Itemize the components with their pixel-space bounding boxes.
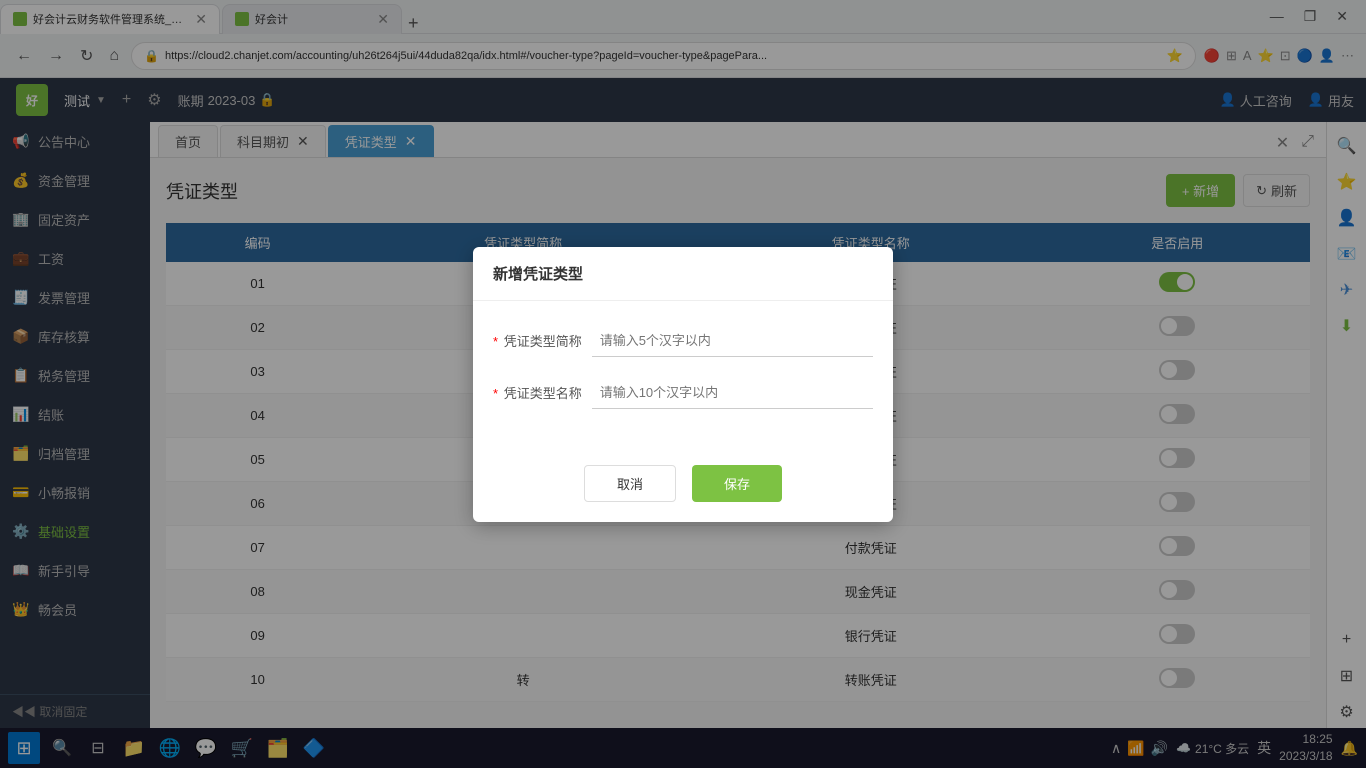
new-voucher-type-modal: 新增凭证类型 * 凭证类型简称 * 凭证类型名称 取消 保存: [473, 247, 893, 522]
modal-header: 新增凭证类型: [473, 247, 893, 301]
modal-title: 新增凭证类型: [493, 266, 583, 283]
abbr-label: * 凭证类型简称: [493, 331, 592, 350]
save-button[interactable]: 保存: [692, 465, 782, 502]
name-form-row: * 凭证类型名称: [493, 377, 873, 409]
abbr-required-mark: *: [493, 334, 498, 349]
name-label: * 凭证类型名称: [493, 383, 592, 402]
modal-body: * 凭证类型简称 * 凭证类型名称: [473, 301, 893, 453]
name-label-text: 凭证类型名称: [504, 386, 582, 401]
abbr-label-text: 凭证类型简称: [504, 334, 582, 349]
abbr-form-row: * 凭证类型简称: [493, 325, 873, 357]
abbr-input[interactable]: [592, 325, 873, 357]
name-input[interactable]: [592, 377, 873, 409]
name-required-mark: *: [493, 386, 498, 401]
modal-overlay: 新增凭证类型 * 凭证类型简称 * 凭证类型名称 取消 保存: [0, 0, 1366, 768]
cancel-button[interactable]: 取消: [584, 465, 676, 502]
modal-footer: 取消 保存: [473, 453, 893, 522]
